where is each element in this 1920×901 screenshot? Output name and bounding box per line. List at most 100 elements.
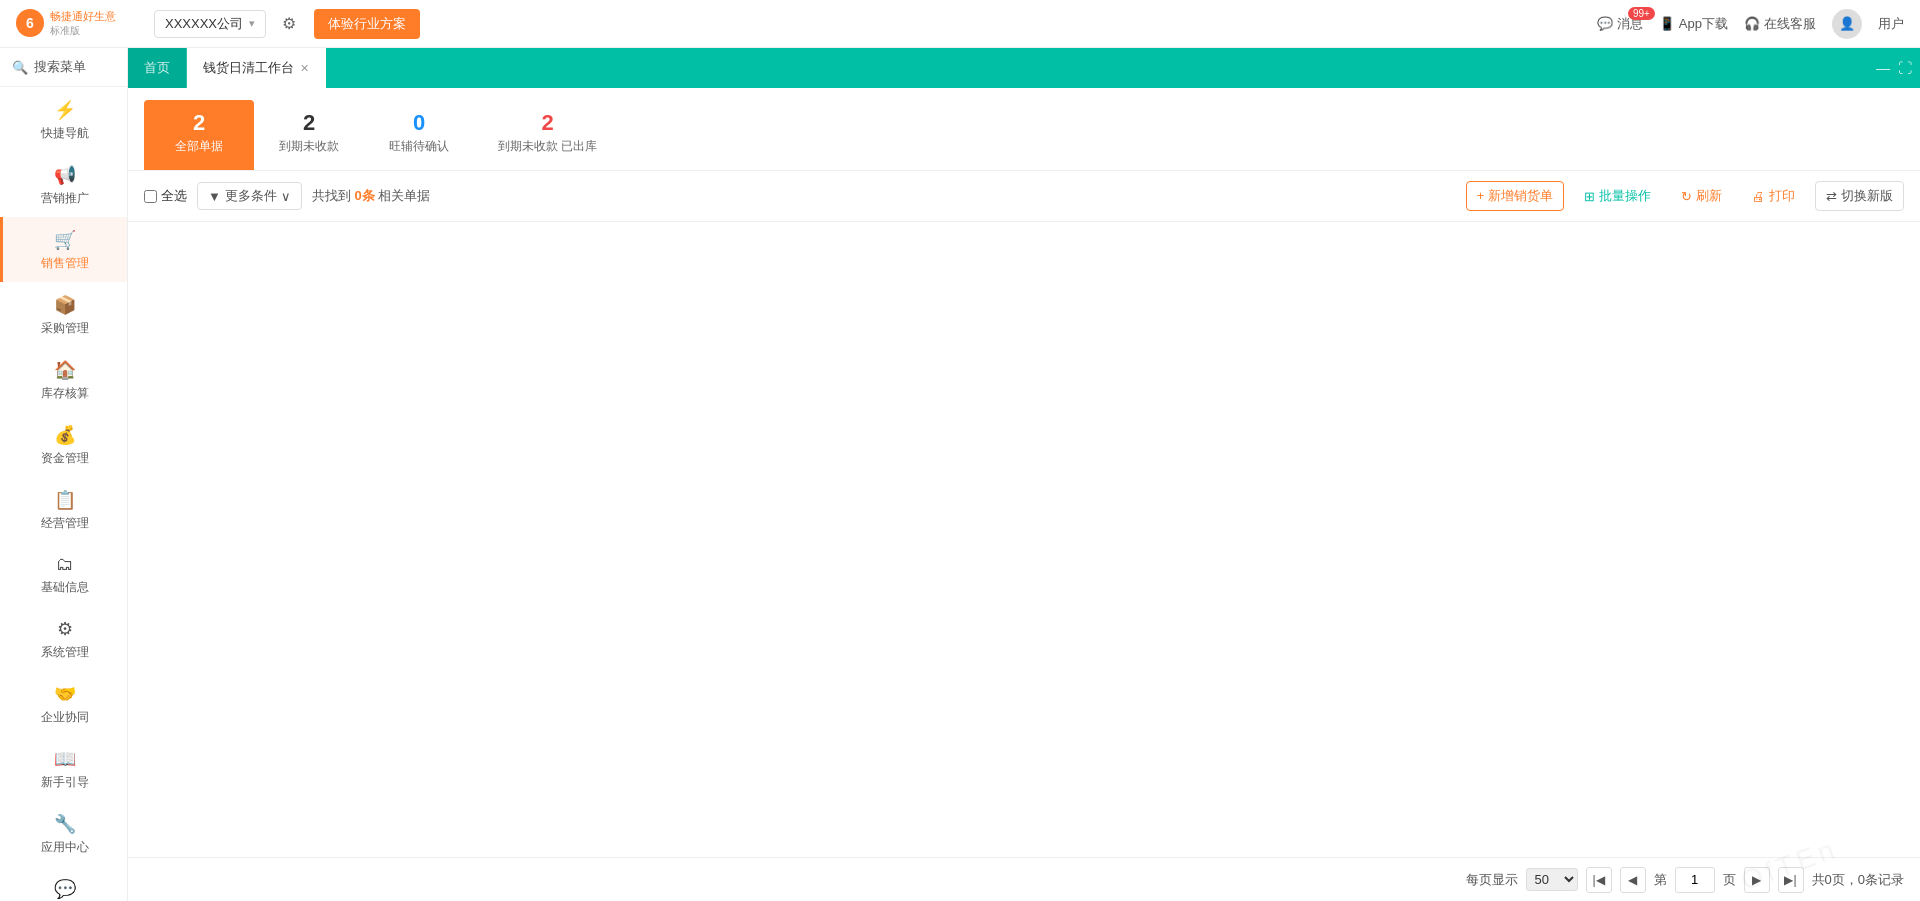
sidebar-item-marketing[interactable]: 📢 营销推广 — [0, 152, 127, 217]
stat-tab-shipped[interactable]: 2 到期未收款 已出库 — [474, 100, 621, 170]
sidebar-item-label: 基础信息 — [41, 579, 89, 596]
print-icon: 🖨 — [1752, 189, 1765, 204]
select-all-input[interactable] — [144, 190, 157, 203]
tab-maximize-button[interactable]: ⛶ — [1898, 60, 1912, 76]
inventory-icon: 🏠 — [54, 359, 76, 381]
refresh-icon: ↻ — [1681, 189, 1692, 204]
tab-work-station[interactable]: 钱货日清工作台 ✕ — [187, 48, 326, 88]
filter-icon: ▼ — [208, 189, 221, 204]
tab-minimize-button[interactable]: — — [1876, 60, 1890, 76]
select-all-checkbox[interactable]: 全选 — [144, 187, 187, 205]
message-badge: 99+ — [1628, 7, 1655, 20]
switch-icon: ⇄ — [1826, 189, 1837, 204]
app-center-icon: 🔧 — [54, 813, 76, 835]
next-page-button[interactable]: ▶ — [1744, 867, 1770, 893]
settings-icon[interactable]: ⚙ — [274, 9, 304, 39]
sidebar-search[interactable]: 🔍 搜索菜单 — [0, 48, 127, 87]
filter-button[interactable]: ▼ 更多条件 ∨ — [197, 182, 302, 210]
sidebar-item-label: 销售管理 — [41, 255, 89, 272]
switch-version-button[interactable]: ⇄ 切换新版 — [1815, 181, 1904, 211]
user-name: 用户 — [1878, 15, 1904, 33]
sidebar-item-basic-info[interactable]: 🗂 基础信息 — [0, 542, 127, 606]
last-page-button[interactable]: ▶| — [1778, 867, 1804, 893]
company-name: XXXXXX公司 — [165, 15, 243, 33]
main-layout: 🔍 搜索菜单 ⚡ 快捷导航 📢 营销推广 🛒 销售管理 📦 采购管理 🏠 库存核… — [0, 48, 1920, 901]
stat-label-all: 全部单据 — [168, 138, 230, 155]
page-number-input[interactable] — [1675, 867, 1715, 893]
sidebar-item-operations[interactable]: 📋 经营管理 — [0, 477, 127, 542]
finance-icon: 💰 — [54, 424, 76, 446]
search-menu-label: 搜索菜单 — [34, 58, 86, 76]
tab-workstation-label: 钱货日清工作台 — [203, 59, 294, 77]
chevron-down-icon: ▾ — [249, 17, 255, 30]
quick-nav-icon: ⚡ — [54, 99, 76, 121]
first-page-button[interactable]: |◀ — [1586, 867, 1612, 893]
filter-label: 更多条件 — [225, 187, 277, 205]
stat-num-pending: 0 — [388, 110, 450, 136]
print-label: 打印 — [1769, 187, 1795, 205]
sidebar-item-finance[interactable]: 💰 资金管理 — [0, 412, 127, 477]
print-button[interactable]: 🖨 打印 — [1742, 182, 1805, 210]
stats-section: 2 全部单据 2 到期未收款 0 旺辅待确认 2 到期未收款 已出库 — [128, 88, 1920, 171]
sidebar-item-label: 库存核算 — [41, 385, 89, 402]
per-page-select[interactable]: 20 50 100 — [1526, 868, 1578, 891]
message-icon: 💬 — [1597, 16, 1613, 31]
operations-icon: 📋 — [54, 489, 76, 511]
app-download-item[interactable]: 📱 App下载 — [1659, 15, 1728, 33]
stat-tab-all[interactable]: 2 全部单据 — [144, 100, 254, 170]
batch-label: 批量操作 — [1599, 187, 1651, 205]
stat-tab-overdue[interactable]: 2 到期未收款 — [254, 100, 364, 170]
tab-close-icon[interactable]: ✕ — [300, 62, 309, 75]
avatar[interactable]: 👤 — [1832, 9, 1862, 39]
batch-icon: ⊞ — [1584, 189, 1595, 204]
sales-icon: 🛒 — [54, 229, 76, 251]
sidebar-item-app-center[interactable]: 🔧 应用中心 — [0, 801, 127, 866]
search-icon: 🔍 — [12, 60, 28, 75]
refresh-label: 刷新 — [1696, 187, 1722, 205]
sidebar-item-purchase[interactable]: 📦 采购管理 — [0, 282, 127, 347]
logo-icon: 6 — [16, 9, 44, 37]
select-all-label: 全选 — [161, 187, 187, 205]
sidebar-item-wechat[interactable]: 💬 企业微信 — [0, 866, 127, 901]
new-order-button[interactable]: + 新增销货单 — [1466, 181, 1564, 211]
company-selector[interactable]: XXXXXX公司 ▾ — [154, 10, 266, 38]
chevron-down-icon: ∨ — [281, 189, 291, 204]
found-suffix: 相关单据 — [378, 188, 430, 203]
user-icon: 👤 — [1839, 16, 1855, 31]
header-right: 💬 消息 99+ 📱 App下载 🎧 在线客服 👤 用户 — [1597, 9, 1904, 39]
sidebar-item-sales[interactable]: 🛒 销售管理 — [0, 217, 127, 282]
sidebar-item-guide[interactable]: 📖 新手引导 — [0, 736, 127, 801]
stat-num-all: 2 — [168, 110, 230, 136]
toolbar: 全选 ▼ 更多条件 ∨ 共找到 0条 相关单据 + 新增销货单 — [128, 171, 1920, 222]
pagination-bar: 每页显示 20 50 100 |◀ ◀ 第 页 ▶ ▶| 共0页，0条记录 — [128, 857, 1920, 901]
found-prefix: 共找到 — [312, 188, 351, 203]
system-icon: ⚙ — [57, 618, 73, 640]
wechat-icon: 💬 — [54, 878, 76, 900]
prev-page-button[interactable]: ◀ — [1620, 867, 1646, 893]
sidebar-item-enterprise[interactable]: 🤝 企业协同 — [0, 671, 127, 736]
online-service-item[interactable]: 🎧 在线客服 — [1744, 15, 1816, 33]
stat-tab-pending[interactable]: 0 旺辅待确认 — [364, 100, 474, 170]
sidebar-item-label: 经营管理 — [41, 515, 89, 532]
trial-button[interactable]: 体验行业方案 — [314, 9, 420, 39]
marketing-icon: 📢 — [54, 164, 76, 186]
logo-sub: 标准版 — [50, 24, 116, 38]
stat-num-shipped: 2 — [498, 110, 597, 136]
refresh-button[interactable]: ↻ 刷新 — [1671, 182, 1732, 210]
message-item[interactable]: 💬 消息 99+ — [1597, 15, 1643, 33]
toolbar-left: 全选 ▼ 更多条件 ∨ 共找到 0条 相关单据 — [144, 182, 1456, 210]
batch-operation-button[interactable]: ⊞ 批量操作 — [1574, 182, 1661, 210]
sidebar-item-quick-nav[interactable]: ⚡ 快捷导航 — [0, 87, 127, 152]
page-label-suffix: 页 — [1723, 871, 1736, 889]
guide-icon: 📖 — [54, 748, 76, 770]
sidebar-item-label: 资金管理 — [41, 450, 89, 467]
logo-area: 6 畅捷通好生意 标准版 — [16, 9, 144, 37]
tab-bar: 首页 钱货日清工作台 ✕ — ⛶ — [128, 48, 1920, 88]
tab-home[interactable]: 首页 — [128, 48, 187, 88]
stat-label-shipped: 到期未收款 已出库 — [498, 138, 597, 155]
app-download-label: App下载 — [1679, 15, 1728, 33]
sidebar-item-system[interactable]: ⚙ 系统管理 — [0, 606, 127, 671]
table-area — [128, 222, 1920, 857]
sidebar-item-inventory[interactable]: 🏠 库存核算 — [0, 347, 127, 412]
sidebar-item-label: 快捷导航 — [41, 125, 89, 142]
